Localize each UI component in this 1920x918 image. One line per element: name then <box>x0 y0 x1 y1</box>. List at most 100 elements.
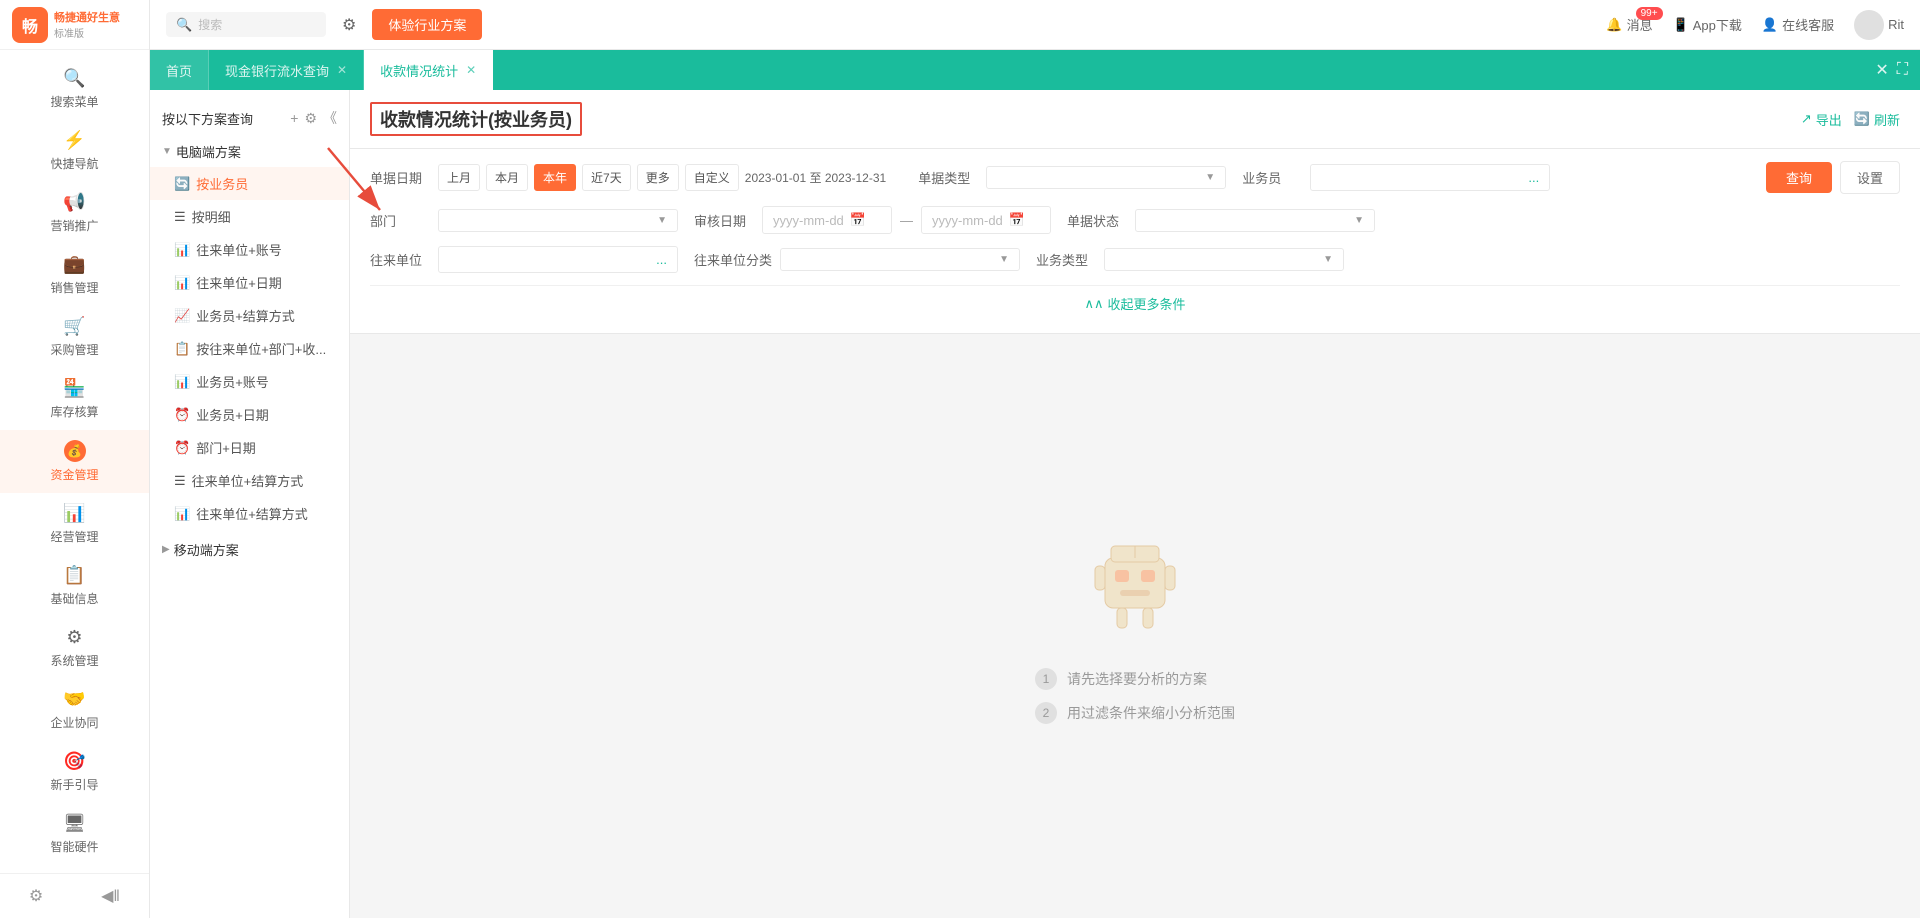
filter-actions: 查询 设置 <box>1766 161 1900 194</box>
filter-audit-start[interactable]: yyyy-mm-dd 📅 <box>762 206 892 234</box>
sidebar-footer: ⚙ ◀‖ <box>0 873 149 918</box>
user-name[interactable]: Rit <box>1854 10 1904 40</box>
filter-partner-cat-item: 往来单位分类 ▼ <box>694 248 1020 271</box>
filter-audit-item: 审核日期 yyyy-mm-dd 📅 — yyyy-mm-dd 📅 <box>694 206 1051 234</box>
filter-doctype-select[interactable]: ▼ <box>986 166 1226 189</box>
customer-service-btn[interactable]: 👤 在线客服 <box>1762 15 1834 34</box>
logo-text: 畅捷通好生意 标准版 <box>54 9 120 40</box>
collapse-up-icon: ∧∧ <box>1084 296 1103 312</box>
tab-collection-close[interactable]: ✕ <box>466 63 476 77</box>
tree-section-desktop-header[interactable]: ▼ 电脑端方案 <box>150 136 349 167</box>
filter-partner-cat-select[interactable]: ▼ <box>780 248 1020 271</box>
tab-bank-close[interactable]: ✕ <box>337 63 347 77</box>
tree-item-by-detail[interactable]: ☰ 按明细 <box>150 200 349 233</box>
left-panel-actions: + ⚙ 《 <box>290 108 337 128</box>
sidebar-item-quicknav[interactable]: ⚡ 快捷导航 <box>0 120 149 182</box>
topbar: 🔍 搜索 ⚙ 体验行业方案 🔔 消息 99+ 📱 App下载 👤 <box>150 0 1920 50</box>
filter-salesman-select[interactable]: ... <box>1310 164 1550 191</box>
collapse-filter-btn[interactable]: ∧∧ 收起更多条件 <box>370 285 1900 321</box>
tree-item-salesman-account[interactable]: 📊 业务员+账号 <box>150 365 349 398</box>
topbar-left: 🔍 搜索 ⚙ 体验行业方案 <box>166 9 482 40</box>
settings-button[interactable]: 设置 <box>1840 161 1900 194</box>
tree-item-salesman-date[interactable]: ⏰ 业务员+日期 <box>150 398 349 431</box>
refresh-button[interactable]: 🔄 刷新 <box>1854 110 1900 129</box>
left-panel-title: 按以下方案查询 <box>162 109 253 128</box>
tree-item-partner-settle1[interactable]: ☰ 往来单位+结算方式 <box>150 464 349 497</box>
sidebar-item-operation[interactable]: 📊 经营管理 <box>0 493 149 555</box>
partner-dept-icon: 📋 <box>174 341 190 357</box>
sidebar-item-inventory[interactable]: 🏪 库存核算 <box>0 368 149 430</box>
refresh-icon: 🔄 <box>1854 111 1870 127</box>
tree-item-salesman-settle[interactable]: 📈 业务员+结算方式 <box>150 299 349 332</box>
sidebar-item-hardware[interactable]: 🖥 智能硬件 <box>0 803 149 865</box>
topbar-search[interactable]: 🔍 搜索 <box>166 12 326 37</box>
app-download-btn[interactable]: 📱 App下载 <box>1673 15 1742 34</box>
trial-button[interactable]: 体验行业方案 <box>372 9 482 40</box>
empty-steps: 1 请先选择要分析的方案 2 用过滤条件来缩小分析范围 <box>1035 668 1235 724</box>
salesman-date-icon: ⏰ <box>174 407 190 423</box>
tree-item-dept-date[interactable]: ⏰ 部门+日期 <box>150 431 349 464</box>
date-btn-this-year[interactable]: 本年 <box>534 164 576 191</box>
tree-item-partner-settle2[interactable]: 📊 往来单位+结算方式 <box>150 497 349 530</box>
tab-collection[interactable]: 收款情况统计 ✕ <box>364 50 493 90</box>
purchase-icon: 🛒 <box>63 316 85 337</box>
tree-section-mobile-header[interactable]: ▶ 移动端方案 <box>150 534 349 565</box>
tree-item-partner-date[interactable]: 📊 往来单位+日期 <box>150 266 349 299</box>
salesman-icon: 🔄 <box>174 176 190 192</box>
notification-btn[interactable]: 🔔 消息 99+ <box>1606 15 1652 34</box>
date-btn-this-month[interactable]: 本月 <box>486 164 528 191</box>
sidebar-item-guide[interactable]: 🎯 新手引导 <box>0 741 149 803</box>
topbar-right: 🔔 消息 99+ 📱 App下载 👤 在线客服 Rit <box>1606 10 1904 40</box>
sidebar-item-search[interactable]: 🔍 搜索菜单 <box>0 58 149 120</box>
query-button[interactable]: 查询 <box>1766 162 1832 193</box>
filter-date-item: 单据日期 上月 本月 本年 近7天 更多 自定义 2023-01-01 至 20… <box>370 164 886 191</box>
filter-partner-select[interactable]: ... <box>438 246 678 273</box>
filter-row-3: 往来单位 ... 往来单位分类 ▼ <box>370 246 1900 273</box>
filter-audit-end[interactable]: yyyy-mm-dd 📅 <box>921 206 1051 234</box>
left-panel-header: 按以下方案查询 + ⚙ 《 <box>150 100 349 136</box>
salesman-more-btn[interactable]: ... <box>1528 170 1539 185</box>
add-scheme-btn[interactable]: + <box>290 110 298 126</box>
filter-dept-select[interactable]: ▼ <box>438 209 678 232</box>
dept-date-icon: ⏰ <box>174 440 190 456</box>
sidebar-item-purchase[interactable]: 🛒 采购管理 <box>0 306 149 368</box>
sidebar-item-sales[interactable]: 💼 销售管理 <box>0 244 149 306</box>
scheme-settings-btn[interactable]: ⚙ <box>304 110 317 127</box>
tab-maximize-btn[interactable]: ⛶ <box>1897 61 1908 79</box>
sidebar-collapse-btn[interactable]: ◀‖ <box>101 886 120 906</box>
finance-icon: 💰 <box>64 440 86 462</box>
tab-close-all-btn[interactable]: ✕ <box>1875 60 1888 80</box>
sidebar-item-system[interactable]: ⚙ 系统管理 <box>0 617 149 679</box>
date-btn-7days[interactable]: 近7天 <box>582 164 631 191</box>
tab-bank[interactable]: 现金银行流水查询 ✕ <box>209 50 364 90</box>
export-button[interactable]: ↗ 导出 <box>1801 110 1842 129</box>
sidebar-settings-btn[interactable]: ⚙ <box>29 886 43 906</box>
tree-item-partner-dept-collect[interactable]: 📋 按往来单位+部门+收... <box>150 332 349 365</box>
tree-item-by-salesman[interactable]: 🔄 按业务员 <box>150 167 349 200</box>
download-icon: 📱 <box>1673 17 1689 33</box>
avatar <box>1854 10 1884 40</box>
sidebar-item-enterprise[interactable]: 🤝 企业协同 <box>0 679 149 741</box>
tree-section-desktop: ▼ 电脑端方案 🔄 按业务员 ☰ 按明细 📊 往来单位+账号 <box>150 136 349 530</box>
sidebar-item-wechat[interactable]: 💬 企业微信 <box>0 865 149 873</box>
partner-more-btn[interactable]: ... <box>656 252 667 267</box>
logo-icon: 畅 <box>12 7 48 43</box>
sidebar-item-marketing[interactable]: 📢 营销推广 <box>0 182 149 244</box>
date-btn-more[interactable]: 更多 <box>637 164 679 191</box>
collapse-panel-btn[interactable]: 《 <box>323 108 337 128</box>
filter-biztype-select[interactable]: ▼ <box>1104 248 1344 271</box>
filter-row-2: 部门 ▼ 审核日期 yyyy-mm-dd 📅 <box>370 206 1900 234</box>
filter-biztype-item: 业务类型 ▼ <box>1036 248 1344 271</box>
detail-icon: ☰ <box>174 209 186 225</box>
date-btn-last-month[interactable]: 上月 <box>438 164 480 191</box>
filter-docstatus-select[interactable]: ▼ <box>1135 209 1375 232</box>
tab-home[interactable]: 首页 <box>150 50 209 90</box>
date-btn-custom[interactable]: 自定义 <box>685 164 739 191</box>
page-header: 收款情况统计(按业务员) ↗ 导出 🔄 刷新 <box>350 90 1920 149</box>
topbar-gear-icon[interactable]: ⚙ <box>342 15 356 35</box>
sidebar-item-basic[interactable]: 📋 基础信息 <box>0 555 149 617</box>
salesman-account-icon: 📊 <box>174 374 190 390</box>
sidebar-item-finance[interactable]: 💰 资金管理 <box>0 430 149 493</box>
empty-step-2: 2 用过滤条件来缩小分析范围 <box>1035 702 1235 724</box>
tree-item-partner-account[interactable]: 📊 往来单位+账号 <box>150 233 349 266</box>
